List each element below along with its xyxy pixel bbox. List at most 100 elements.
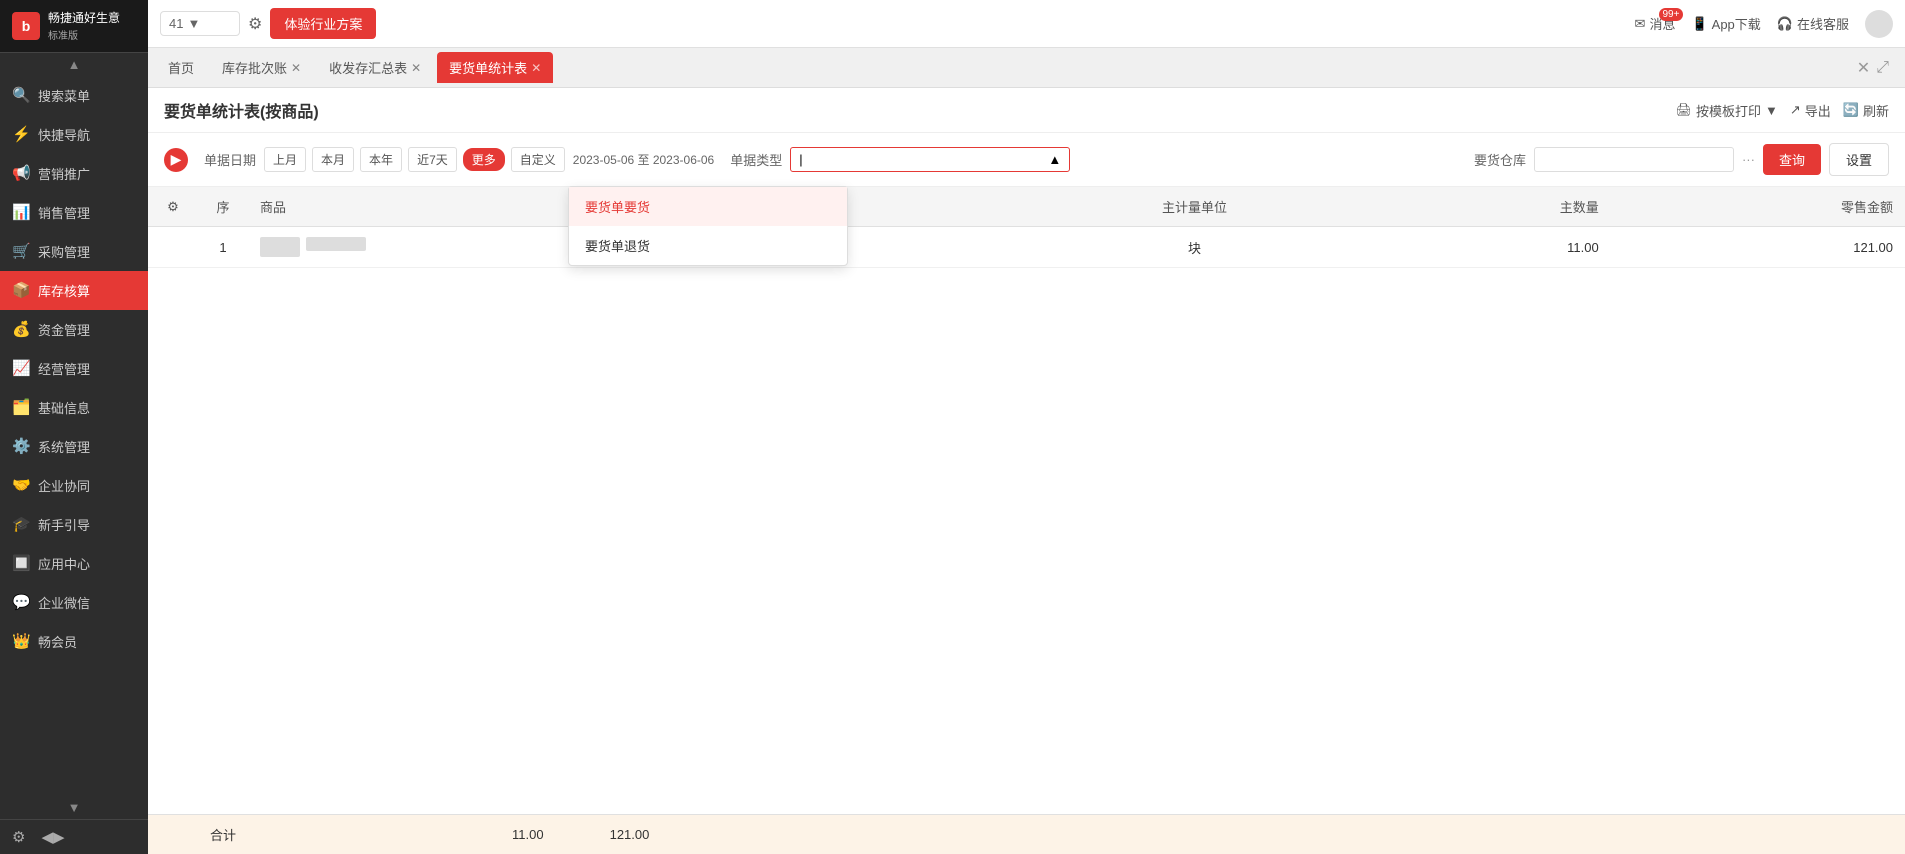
online-service-btn[interactable]: 🎧 在线客服 [1777,14,1849,33]
filter-toggle-btn[interactable]: ▶ [164,148,188,172]
sidebar-item-finance[interactable]: 💰 资金管理 [0,310,148,349]
table-row: 1 块 11.00 121.00 [148,227,1905,268]
warehouse-filter-label: 要货仓库 [1474,150,1526,169]
th-settings[interactable]: ⚙ [148,187,198,227]
app-download-btn[interactable]: 📱 App下载 [1691,14,1760,33]
sidebar-item-enterprise-label: 企业协同 [38,476,90,495]
topbar: 41 ▼ ⚙ 体验行业方案 ✉ 消息 99+ 📱 App下载 🎧 在线客服 [148,0,1905,48]
store-selector[interactable]: 41 ▼ [160,11,240,36]
tab-inventory-batch[interactable]: 库存批次账 ✕ [210,52,313,83]
sidebar-footer: ⚙ ◀▶ [0,819,148,854]
date-btn-last-7-days[interactable]: 近7天 [408,147,457,172]
message-btn[interactable]: ✉ 消息 99+ [1635,14,1676,33]
type-dropdown[interactable]: | ▲ [790,147,1070,172]
footer-qty: 11.00 [512,827,544,842]
type-filter-label: 单据类型 [730,150,782,169]
logo: b 畅捷通好生意 标准版 [0,0,148,53]
collapse-sidebar-icon[interactable]: ◀▶ [41,828,64,846]
sidebar-item-search[interactable]: 🔍 搜索菜单 [0,76,148,115]
sidebar-scroll-up[interactable]: ▲ [0,53,148,76]
warehouse-input[interactable] [1534,147,1734,172]
sidebar-item-system[interactable]: ⚙️ 系统管理 [0,427,148,466]
topbar-settings-icon[interactable]: ⚙ [248,14,262,34]
filter-bar: ▶ 单据日期 上月 本月 本年 近7天 更多 自定义 2023-05-06 至 … [148,133,1905,187]
sidebar-item-appstore[interactable]: 🔲 应用中心 [0,544,148,583]
date-btn-last-month[interactable]: 上月 [264,147,306,172]
tab-home[interactable]: 首页 [156,52,206,83]
more-options-icon[interactable]: ··· [1742,152,1755,167]
tab-order-summary-close[interactable]: ✕ [531,61,541,75]
sidebar-item-purchase-label: 采购管理 [38,242,90,261]
tab-receive-summary[interactable]: 收发存汇总表 ✕ [317,52,433,83]
close-window-icon[interactable]: ✕ [1857,58,1870,78]
th-unit: 主计量单位 [1022,187,1367,227]
sidebar-item-enterprise[interactable]: 🤝 企业协同 [0,466,148,505]
export-btn[interactable]: ↗ 导出 [1790,101,1831,120]
print-label: 按模板打印 [1696,101,1761,120]
tab-order-summary-label: 要货单统计表 [449,58,527,77]
tab-order-summary[interactable]: 要货单统计表 ✕ [437,52,553,83]
member-icon: 👑 [12,632,30,650]
data-table: ⚙ 序 商品 主计量单位 主数量 零售金额 1 [148,187,1905,268]
goods-image [260,237,300,257]
sidebar-scroll-down[interactable]: ▼ [0,796,148,819]
date-filter-label: 单据日期 [204,150,256,169]
sidebar-item-member[interactable]: 👑 畅会员 [0,622,148,661]
sidebar-item-marketing-label: 营销推广 [38,164,90,183]
tab-inventory-batch-close[interactable]: ✕ [291,61,301,75]
sidebar-item-wechat[interactable]: 💬 企业微信 [0,583,148,622]
sidebar-item-marketing[interactable]: 📢 营销推广 [0,154,148,193]
th-num: 序 [198,187,248,227]
sidebar: b 畅捷通好生意 标准版 ▲ 🔍 搜索菜单 ⚡ 快捷导航 📢 营销推广 📊 销售… [0,0,148,854]
query-button[interactable]: 查询 [1763,144,1821,175]
sidebar-item-operations[interactable]: 📈 经营管理 [0,349,148,388]
export-icon: ↗ [1790,102,1801,118]
settings-footer-icon[interactable]: ⚙ [12,828,25,846]
type-filter-section: 单据类型 | ▲ [730,147,1070,172]
shortcut-icon: ⚡ [12,125,30,143]
date-btn-this-month[interactable]: 本月 [312,147,354,172]
sidebar-item-inventory[interactable]: 📦 库存核算 [0,271,148,310]
export-label: 导出 [1805,101,1831,120]
sidebar-item-shortcut[interactable]: ⚡ 快捷导航 [0,115,148,154]
dropdown-item-order-goods[interactable]: 要货单要货 [569,187,847,226]
sidebar-item-guide-label: 新手引导 [38,515,90,534]
sidebar-item-shortcut-label: 快捷导航 [38,125,90,144]
settings-button[interactable]: 设置 [1829,143,1889,176]
date-buttons: 上月 本月 本年 近7天 更多 自定义 [264,147,565,172]
print-btn[interactable]: 🖨 按模板打印 ▼ [1675,101,1777,120]
footer-total-label: 合计 [160,825,236,844]
online-service-label: 在线客服 [1797,14,1849,33]
sales-icon: 📊 [12,203,30,221]
date-filter-section: 单据日期 上月 本月 本年 近7天 更多 自定义 2023-05-06 至 20… [204,147,714,172]
sidebar-item-operations-label: 经营管理 [38,359,90,378]
sidebar-item-system-label: 系统管理 [38,437,90,456]
dropdown-item-order-return[interactable]: 要货单退货 [569,226,847,265]
refresh-btn[interactable]: 🔄 刷新 [1843,101,1889,120]
gear-icon[interactable]: ⚙ [167,199,179,214]
app-download-label: App下载 [1712,14,1761,33]
warehouse-filter-section: 要货仓库 ··· 查询 设置 [1474,143,1889,176]
sidebar-item-base[interactable]: 🗂️ 基础信息 [0,388,148,427]
search-icon: 🔍 [12,86,30,104]
tab-receive-summary-close[interactable]: ✕ [411,61,421,75]
print-dropdown-icon: ▼ [1765,103,1778,118]
sidebar-item-guide[interactable]: 🎓 新手引导 [0,505,148,544]
logo-sub: 标准版 [48,27,120,42]
date-btn-this-year[interactable]: 本年 [360,147,402,172]
date-btn-more[interactable]: 更多 [463,148,505,171]
th-amount: 零售金额 [1611,187,1905,227]
sidebar-item-purchase[interactable]: 🛒 采购管理 [0,232,148,271]
refresh-label: 刷新 [1863,101,1889,120]
user-avatar[interactable] [1865,10,1893,38]
row-num: 1 [198,227,248,268]
tab-receive-summary-label: 收发存汇总表 [329,58,407,77]
expand-window-icon[interactable]: ⤢ [1876,59,1889,77]
window-controls: ✕ ⤢ [1857,58,1897,78]
sidebar-item-member-label: 畅会员 [38,632,77,651]
logo-title: 畅捷通好生意 [48,10,120,27]
sidebar-item-sales[interactable]: 📊 销售管理 [0,193,148,232]
trial-button[interactable]: 体验行业方案 [270,8,376,39]
date-btn-custom[interactable]: 自定义 [511,147,565,172]
headset-icon: 🎧 [1777,16,1793,32]
